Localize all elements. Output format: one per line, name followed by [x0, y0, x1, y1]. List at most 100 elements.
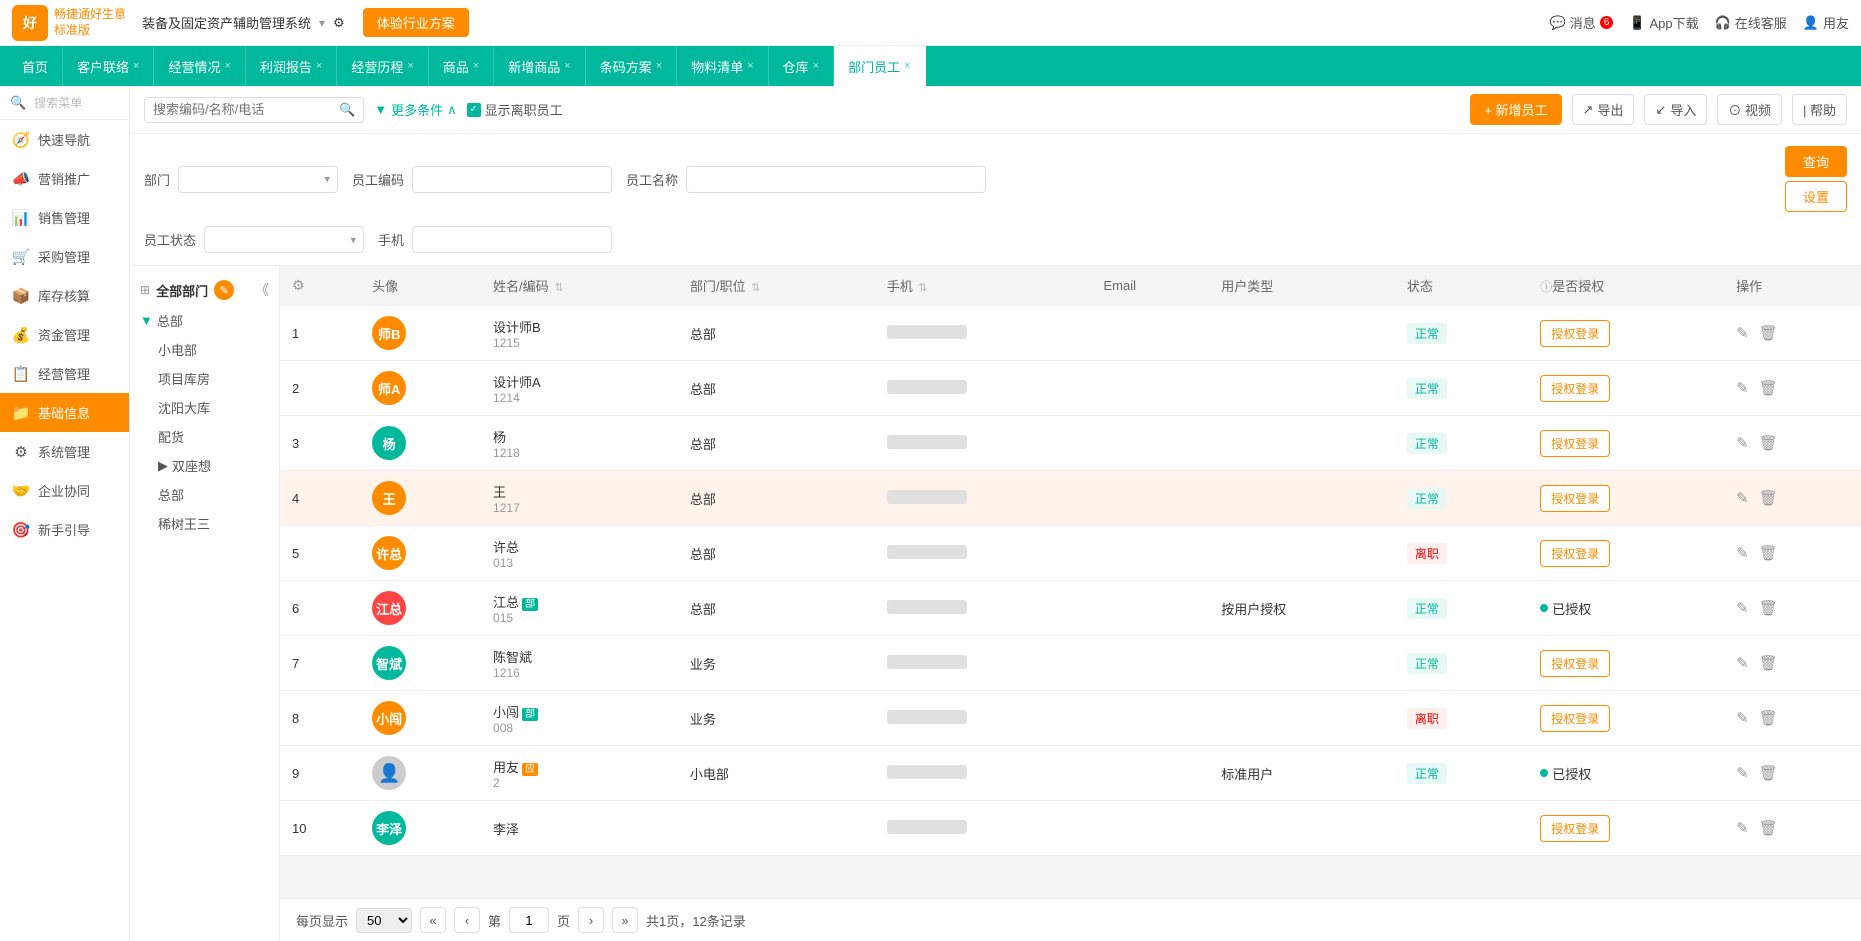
sidebar-item-management[interactable]: 📋 经营管理	[0, 354, 129, 393]
edit-icon[interactable]: ✎	[1736, 599, 1749, 617]
sidebar-item-purchase[interactable]: 🛒 采购管理	[0, 237, 129, 276]
dept-node-shenyang[interactable]: 沈阳大库	[142, 393, 279, 422]
auth-button[interactable]: 授权登录	[1540, 705, 1610, 732]
settings-icon[interactable]: ⚙	[292, 277, 305, 293]
first-page-button[interactable]: «	[420, 907, 446, 933]
dept-select[interactable]	[178, 166, 338, 193]
sidebar-search[interactable]: 🔍 搜索菜单	[0, 86, 129, 120]
page-input[interactable]	[509, 907, 549, 933]
search-input-wrap[interactable]: 🔍	[144, 97, 364, 123]
close-icon[interactable]: ×	[407, 60, 413, 72]
dept-node-shuangzuo[interactable]: ▶ 双座想	[142, 451, 279, 480]
auth-button[interactable]: 授权登录	[1540, 430, 1610, 457]
sidebar-item-guide[interactable]: 🎯 新手引导	[0, 510, 129, 549]
th-settings[interactable]: ⚙	[280, 266, 360, 306]
trial-button[interactable]: 体验行业方案	[363, 8, 469, 37]
edit-icon[interactable]: ✎	[1736, 379, 1749, 397]
auth-button[interactable]: 授权登录	[1540, 650, 1610, 677]
prev-page-button[interactable]: ‹	[454, 907, 480, 933]
gear-icon[interactable]: ⚙	[333, 15, 345, 31]
message-button[interactable]: 💬 消息 6	[1550, 13, 1614, 32]
tab-new-product[interactable]: 新增商品 ×	[494, 46, 585, 86]
close-icon[interactable]: ×	[133, 60, 139, 72]
search-input[interactable]	[153, 102, 333, 117]
edit-icon[interactable]: ✎	[1736, 654, 1749, 672]
th-dept-position[interactable]: 部门/职位 ⇅	[678, 266, 875, 306]
edit-icon[interactable]: ✎	[1736, 709, 1749, 727]
status-select-wrap[interactable]	[204, 226, 364, 253]
close-icon[interactable]: ×	[813, 60, 819, 72]
auth-button[interactable]: 授权登录	[1540, 375, 1610, 402]
sidebar-item-system[interactable]: ⚙ 系统管理	[0, 432, 129, 471]
employee-name-input[interactable]	[686, 166, 986, 193]
sidebar-item-marketing[interactable]: 📣 营销推广	[0, 159, 129, 198]
delete-icon[interactable]: 🗑	[1759, 654, 1778, 672]
delete-icon[interactable]: 🗑	[1759, 379, 1778, 397]
page-size-select[interactable]: 50 10 20 100	[356, 908, 412, 933]
show-resigned-toggle[interactable]: ✓ 显示离职员工	[467, 100, 563, 119]
view-button[interactable]: ⊙ 视频	[1717, 94, 1782, 125]
query-button[interactable]: 查询	[1785, 146, 1847, 177]
delete-icon[interactable]: 🗑	[1759, 434, 1778, 452]
tab-department-employee[interactable]: 部门员工 ×	[834, 46, 925, 86]
sidebar-item-inventory[interactable]: 📦 库存核算	[0, 276, 129, 315]
set-button[interactable]: 设置	[1785, 181, 1847, 212]
dept-node-head[interactable]: ▼ 总部	[130, 306, 279, 335]
edit-icon[interactable]: ✎	[1736, 489, 1749, 507]
next-page-button[interactable]: ›	[578, 907, 604, 933]
close-icon[interactable]: ×	[656, 60, 662, 72]
close-icon[interactable]: ×	[316, 60, 322, 72]
user-menu-button[interactable]: 👤 用友	[1803, 13, 1849, 32]
close-icon[interactable]: ×	[564, 60, 570, 72]
auth-button[interactable]: 授权登录	[1540, 815, 1610, 842]
dept-node-xishuwang[interactable]: 稀树王三	[142, 509, 279, 538]
sidebar-item-collab[interactable]: 🤝 企业协同	[0, 471, 129, 510]
tab-barcode[interactable]: 条码方案 ×	[586, 46, 677, 86]
employee-code-input[interactable]	[412, 166, 612, 193]
tab-bom[interactable]: 物料清单 ×	[677, 46, 768, 86]
close-icon[interactable]: ×	[747, 60, 753, 72]
export-button[interactable]: ↗ 导出	[1572, 94, 1635, 125]
th-name-code[interactable]: 姓名/编码 ⇅	[481, 266, 678, 306]
dept-collapse-button[interactable]: 《	[255, 280, 269, 300]
edit-icon[interactable]: ✎	[1736, 819, 1749, 837]
status-select[interactable]	[204, 226, 364, 253]
dept-node-project[interactable]: 项目库房	[142, 364, 279, 393]
tab-customer[interactable]: 客户联络 ×	[63, 46, 154, 86]
edit-icon[interactable]: ✎	[1736, 434, 1749, 452]
dept-node-xiaodian[interactable]: 小电部	[142, 335, 279, 364]
tab-history[interactable]: 经营历程 ×	[337, 46, 428, 86]
delete-icon[interactable]: 🗑	[1759, 709, 1778, 727]
phone-input[interactable]	[412, 226, 612, 253]
search-submit-icon[interactable]: 🔍	[339, 102, 355, 118]
tab-operation[interactable]: 经营情况 ×	[154, 46, 245, 86]
tab-home[interactable]: 首页	[8, 46, 63, 86]
delete-icon[interactable]: 🗑	[1759, 324, 1778, 342]
delete-icon[interactable]: 🗑	[1759, 489, 1778, 507]
more-filters-button[interactable]: ▼ 更多条件 ∧	[374, 100, 456, 119]
dept-node-distribution[interactable]: 配货	[142, 422, 279, 451]
tab-product[interactable]: 商品 ×	[429, 46, 494, 86]
sidebar-item-basic-info[interactable]: 📁 基础信息	[0, 393, 129, 432]
auth-button[interactable]: 授权登录	[1540, 320, 1610, 347]
sidebar-item-finance[interactable]: 💰 资金管理	[0, 315, 129, 354]
dept-select-wrap[interactable]	[178, 166, 338, 193]
delete-icon[interactable]: 🗑	[1759, 819, 1778, 837]
last-page-button[interactable]: »	[612, 907, 638, 933]
online-service-button[interactable]: 🎧 在线客服	[1715, 13, 1787, 32]
edit-icon[interactable]: ✎	[1736, 544, 1749, 562]
sidebar-item-sales[interactable]: 📊 销售管理	[0, 198, 129, 237]
edit-icon[interactable]: ✎	[1736, 764, 1749, 782]
auth-button[interactable]: 授权登录	[1540, 540, 1610, 567]
close-icon[interactable]: ×	[473, 60, 479, 72]
edit-icon[interactable]: ✎	[1736, 324, 1749, 342]
dept-edit-button[interactable]: ✎	[214, 280, 234, 300]
tab-warehouse[interactable]: 仓库 ×	[769, 46, 834, 86]
delete-icon[interactable]: 🗑	[1759, 599, 1778, 617]
delete-icon[interactable]: 🗑	[1759, 764, 1778, 782]
dropdown-arrow-icon[interactable]: ▾	[319, 16, 325, 30]
sidebar-item-quick-nav[interactable]: 🧭 快速导航	[0, 120, 129, 159]
app-download-button[interactable]: 📱 App下载	[1629, 13, 1698, 32]
close-icon-active[interactable]: ×	[904, 60, 910, 72]
add-employee-button[interactable]: + 新增员工	[1470, 94, 1561, 125]
